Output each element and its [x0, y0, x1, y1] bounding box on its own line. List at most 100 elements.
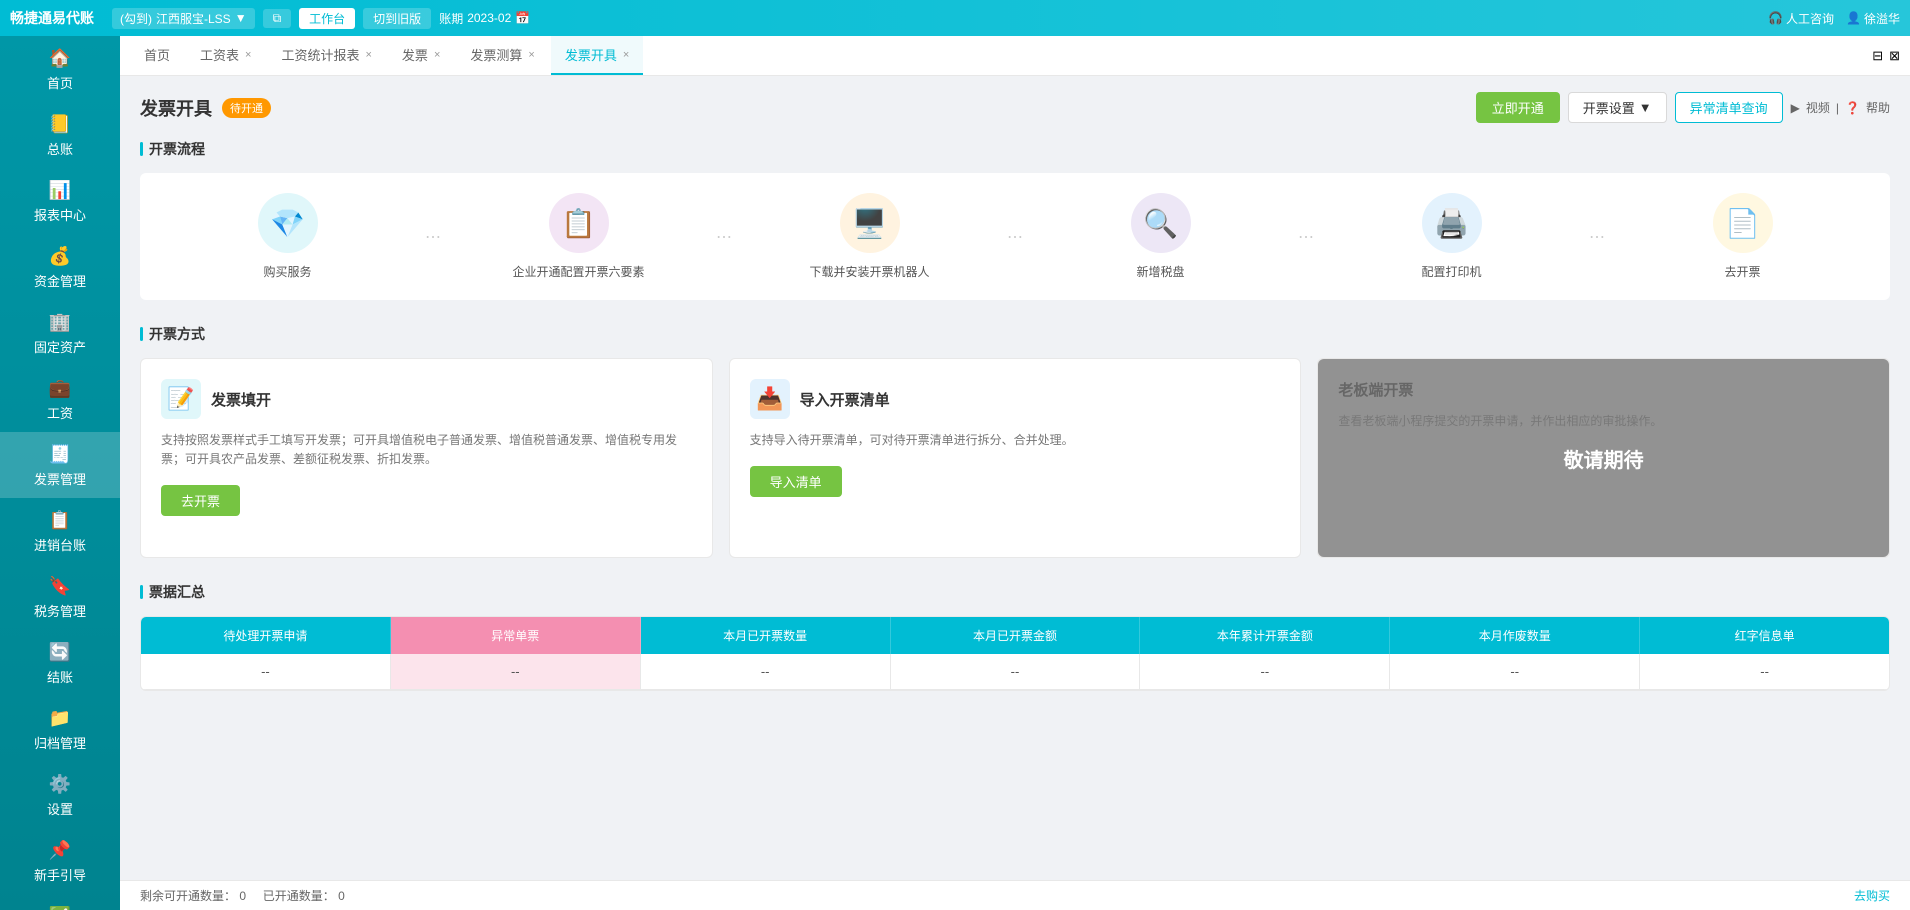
step-add-tax[interactable]: 🔍 新增税盘	[1023, 193, 1298, 280]
page-title-row: 发票开具 待开通 立即开通 开票设置 ▼ 异常清单查询 ▶ 视频 | ❓	[140, 92, 1890, 123]
settlement-icon: 🔄	[49, 642, 71, 663]
window-minimize-icon[interactable]: ⊟	[1872, 48, 1883, 64]
summary-table: 待处理开票申请 异常单票 本月已开票数量 本月已开票金额 本年累计开票金额	[140, 616, 1890, 691]
tab-invoice-tool[interactable]: 发票开具 ×	[551, 36, 643, 75]
sidebar-item-ledger[interactable]: 📒 总账	[0, 102, 120, 168]
period-value: 2023-02	[467, 11, 511, 25]
cell-exception[interactable]: --	[391, 654, 641, 690]
calendar-icon[interactable]: 📅	[515, 11, 530, 25]
report-icon: 📊	[49, 180, 71, 201]
page-title: 发票开具	[140, 95, 212, 121]
sidebar-item-home[interactable]: 🏠 首页	[0, 36, 120, 102]
cell-year-amount: --	[1140, 654, 1390, 690]
issued-label: 已开通数量：	[263, 889, 335, 903]
col-today-count: 本月已开票数量	[641, 617, 891, 654]
remaining-label: 剩余可开通数量：	[140, 889, 236, 903]
buy-link[interactable]: 去购买	[1854, 887, 1890, 904]
sidebar-item-asset[interactable]: 🏢 固定资产	[0, 300, 120, 366]
step-buy-service[interactable]: 💎 购买服务	[150, 193, 425, 280]
sidebar-item-fund[interactable]: 💰 资金管理	[0, 234, 120, 300]
page-status-badge: 待开通	[222, 98, 271, 118]
method-card-import: 📥 导入开票清单 支持导入待开票清单，可对待开票清单进行拆分、合并处理。 导入清…	[729, 358, 1302, 558]
cell-pending[interactable]: --	[141, 654, 391, 690]
section-title-method: 开票方式	[140, 324, 1890, 344]
tab-invoice-label: 发票	[402, 45, 428, 64]
step-config[interactable]: 📋 企业开通配置开票六要素	[441, 193, 716, 280]
tab-bar: 首页 工资表 × 工资统计报表 × 发票 × 发票测算 ×	[120, 36, 1910, 76]
sidebar-item-invoice[interactable]: 🧾 发票管理	[0, 432, 120, 498]
sidebar-label-settlement: 结账	[47, 667, 73, 686]
tab-salary-report-close[interactable]: ×	[365, 49, 371, 61]
bottom-bar: 剩余可开通数量： 0 已开通数量： 0 去购买	[120, 880, 1910, 910]
sidebar-item-settings[interactable]: ⚙️ 设置	[0, 762, 120, 828]
sidebar-item-archive[interactable]: 📁 归档管理	[0, 696, 120, 762]
method-card-boss: 老板端开票 查看老板端小程序提交的开票申请，并作出相应的审批操作。 敬请期待	[1317, 358, 1890, 558]
tab-invoice[interactable]: 发票 ×	[388, 36, 454, 75]
sidebar: 🏠 首页 📒 总账 📊 报表中心 💰 资金管理 🏢 固定资产 💼 工资 🧾 发票…	[0, 36, 120, 910]
step-icon-buy: 💎	[258, 193, 318, 253]
switch-version-button[interactable]: 切到旧版	[363, 8, 431, 29]
user-icon: 👤	[1846, 11, 1861, 25]
tax-icon: 🔖	[49, 576, 71, 597]
workspace-button[interactable]: 工作台	[299, 8, 355, 29]
exception-query-button[interactable]: 异常清单查询	[1675, 92, 1783, 123]
step-config-printer[interactable]: 🖨️ 配置打印机	[1314, 193, 1589, 280]
arrow-4: ⋯	[1298, 227, 1314, 247]
tab-invoice-close[interactable]: ×	[434, 49, 440, 61]
user-menu[interactable]: 👤 徐溢华	[1846, 10, 1900, 27]
disabled-overlay: 敬请期待	[1318, 359, 1889, 557]
tab-invoice-calc-close[interactable]: ×	[528, 49, 534, 61]
step-label-add-tax: 新增税盘	[1136, 263, 1184, 280]
method-card-import-header: 📥 导入开票清单	[750, 379, 1281, 419]
window-restore-icon[interactable]: ⊠	[1889, 48, 1900, 64]
import-list-button[interactable]: 导入清单	[750, 466, 842, 497]
service-button[interactable]: 🎧 人工咨询	[1768, 10, 1834, 27]
col-year-amount: 本年累计开票金额	[1140, 617, 1390, 654]
go-invoice-button[interactable]: 去开票	[161, 485, 240, 516]
open-now-button[interactable]: 立即开通	[1476, 92, 1560, 123]
step-issue[interactable]: 📄 去开票	[1605, 193, 1880, 280]
divider: |	[1836, 101, 1839, 115]
arrow-3: ⋯	[1007, 227, 1023, 247]
tab-salary-report[interactable]: 工资统计报表 ×	[267, 36, 385, 75]
tab-salary-table[interactable]: 工资表 ×	[186, 36, 265, 75]
step-label-issue: 去开票	[1724, 263, 1760, 280]
invoice-icon: 🧾	[49, 444, 71, 465]
sidebar-label-settings: 设置	[47, 799, 73, 818]
tab-salary-table-close[interactable]: ×	[245, 49, 251, 61]
salary-icon: 💼	[49, 378, 71, 399]
company-selector[interactable]: (勾到) 江西服宝-LSS ▼	[112, 8, 255, 29]
help-label[interactable]: 帮助	[1866, 99, 1890, 116]
spacer	[249, 889, 259, 903]
arrow-5: ⋯	[1589, 227, 1605, 247]
copy-button[interactable]: ⧉	[263, 9, 292, 28]
sidebar-item-guide[interactable]: 📌 新手引导	[0, 828, 120, 894]
tab-invoice-tool-close[interactable]: ×	[623, 49, 629, 61]
section-title-process: 开票流程	[140, 139, 1890, 159]
sidebar-item-settlement[interactable]: 🔄 结账	[0, 630, 120, 696]
tab-home[interactable]: 首页	[130, 36, 184, 75]
open-settings-label: 开票设置	[1583, 98, 1635, 117]
sidebar-item-salary[interactable]: 💼 工资	[0, 366, 120, 432]
sidebar-label-home: 首页	[47, 73, 73, 92]
tab-invoice-calc-label: 发票测算	[470, 45, 522, 64]
sidebar-item-report[interactable]: 📊 报表中心	[0, 168, 120, 234]
sidebar-item-purchase[interactable]: 📋 进销台账	[0, 498, 120, 564]
tab-invoice-calc[interactable]: 发票测算 ×	[456, 36, 548, 75]
sidebar-label-asset: 固定资产	[34, 337, 86, 356]
section-title-summary: 票据汇总	[140, 582, 1890, 602]
sidebar-item-tax[interactable]: 🔖 税务管理	[0, 564, 120, 630]
sidebar-label-purchase: 进销台账	[34, 535, 86, 554]
step-download[interactable]: 🖥️ 下载并安装开票机器人	[732, 193, 1007, 280]
method-card-fill-header: 📝 发票填开	[161, 379, 692, 419]
col-today-amount-label: 本月已开票金额	[973, 629, 1057, 643]
view-label[interactable]: 视频	[1806, 99, 1830, 116]
col-exception-label: 异常单票	[491, 629, 539, 643]
sidebar-item-member[interactable]: ✅ 畅会员	[0, 894, 120, 910]
col-year-amount-label: 本年累计开票金额	[1217, 629, 1313, 643]
period-label: 账期	[439, 10, 463, 27]
step-label-buy: 购买服务	[263, 263, 311, 280]
ledger-icon: 📒	[49, 114, 71, 135]
open-settings-button[interactable]: 开票设置 ▼	[1568, 92, 1667, 123]
archive-icon: 📁	[49, 708, 71, 729]
